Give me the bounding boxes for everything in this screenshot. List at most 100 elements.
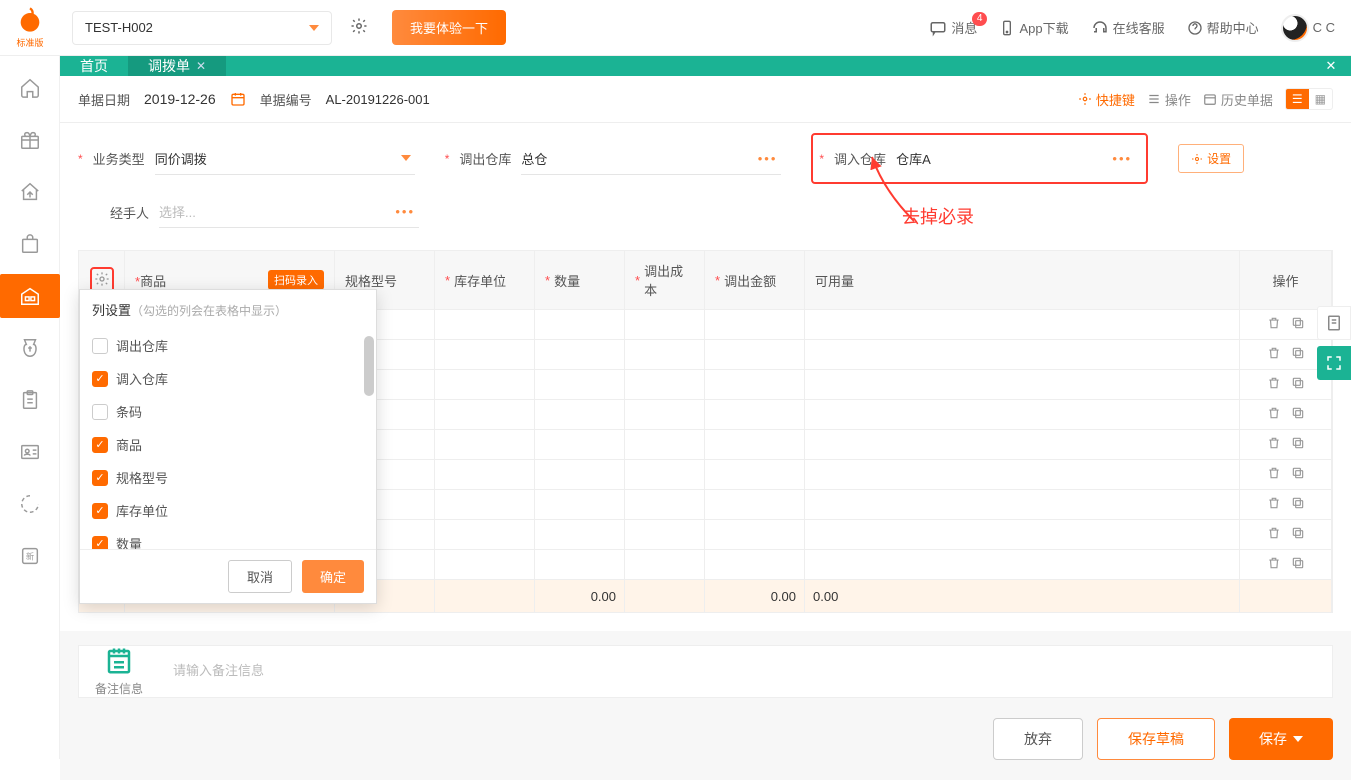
copy-icon[interactable] [1291,376,1305,393]
column-option[interactable]: 调出仓库 [92,329,364,362]
field-out-warehouse[interactable]: * 调出仓库 总仓••• [445,143,782,175]
id-icon [19,441,41,463]
tab-transfer-label: 调拨单 [148,56,190,76]
checkbox[interactable]: ✓ [92,536,108,550]
form-area: * 业务类型 同价调拨 * 调出仓库 总仓••• * 调入仓库 仓库A••• 设… [60,123,1351,250]
tab-transfer[interactable]: 调拨单 ✕ [128,56,226,76]
view-toggle[interactable]: ☰▦ [1285,88,1333,110]
column-option[interactable]: ✓规格型号 [92,461,364,494]
logo[interactable]: 标准版 [0,6,60,49]
cancel-button[interactable]: 取消 [228,560,292,593]
sidebar-warehouse[interactable] [0,274,60,318]
org-name: TEST-H002 [85,20,153,35]
column-option[interactable]: ✓库存单位 [92,494,364,527]
sidebar-in[interactable] [0,170,60,214]
column-option[interactable]: ✓调入仓库 [92,362,364,395]
view-grid-icon: ▦ [1309,89,1332,109]
checkbox[interactable]: ✓ [92,470,108,486]
delete-icon[interactable] [1267,316,1281,333]
biz-value: 同价调拨 [155,149,207,168]
required-mark: * [819,152,824,166]
copy-icon[interactable] [1291,556,1305,573]
save-draft-button[interactable]: 保存草稿 [1097,718,1215,760]
copy-icon[interactable] [1291,466,1305,483]
sidebar-list[interactable] [0,378,60,422]
confirm-button[interactable]: 确定 [302,560,364,593]
copy-icon[interactable] [1291,316,1305,333]
field-in-warehouse[interactable]: * 调入仓库 仓库A••• [811,133,1148,184]
column-option[interactable]: ✓商品 [92,428,364,461]
org-select[interactable]: TEST-H002 [72,11,332,45]
money-icon [19,337,41,359]
shortcut-button[interactable]: 快捷键 [1078,90,1135,109]
checkbox[interactable]: ✓ [92,437,108,453]
delete-icon[interactable] [1267,526,1281,543]
field-biz-type[interactable]: * 业务类型 同价调拨 [78,143,415,175]
calendar-icon[interactable] [230,91,246,107]
remark-area: 备注信息 请输入备注信息 [78,645,1333,698]
note-icon [1325,314,1343,332]
gear-icon[interactable] [350,17,368,38]
help-label: 帮助中心 [1207,18,1259,37]
gear-icon [1078,92,1092,106]
checkbox[interactable] [92,338,108,354]
warehouse-icon [19,285,41,307]
field-handler[interactable]: 经手人 选择...••• [110,196,419,228]
download-button[interactable]: App下载 [999,18,1068,37]
copy-icon[interactable] [1291,406,1305,423]
column-option[interactable]: ✓数量 [92,527,364,549]
history-button[interactable]: 历史单据 [1203,90,1273,109]
checkbox[interactable]: ✓ [92,371,108,387]
tabs: 首页 调拨单 ✕ ✕ [60,56,1351,76]
user-menu[interactable]: C C [1281,14,1335,42]
expand-icon [1325,354,1343,372]
delete-icon[interactable] [1267,466,1281,483]
copy-icon[interactable] [1291,496,1305,513]
phone-icon [999,20,1015,36]
column-option[interactable]: 条码 [92,395,364,428]
delete-icon[interactable] [1267,376,1281,393]
delete-icon[interactable] [1267,496,1281,513]
checkbox[interactable]: ✓ [92,503,108,519]
chevron-down-icon [401,155,411,161]
message-button[interactable]: 消息 4 [929,18,977,37]
sidebar-loading[interactable] [0,482,60,526]
download-label: App下载 [1019,18,1068,37]
online-service-button[interactable]: 在线客服 [1091,18,1165,37]
date-label: 单据日期 [78,90,130,109]
scan-button[interactable]: 扫码录入 [268,270,324,290]
checkbox[interactable] [92,404,108,420]
remark-label: 备注信息 [95,680,143,697]
sidebar-money[interactable] [0,326,60,370]
out-label: 调出仓库 [459,149,511,168]
sidebar-home[interactable] [0,66,60,110]
tabs-close-button[interactable]: ✕ [1311,56,1351,76]
try-button[interactable]: 我要体验一下 [392,10,506,45]
abandon-button[interactable]: 放弃 [993,718,1083,760]
sidebar-new[interactable]: 新 [0,534,60,578]
sidebar-gift[interactable] [0,118,60,162]
settings-button[interactable]: 设置 [1178,144,1244,173]
float-note-button[interactable] [1317,306,1351,340]
delete-icon[interactable] [1267,406,1281,423]
copy-icon[interactable] [1291,436,1305,453]
copy-icon[interactable] [1291,346,1305,363]
handler-label: 经手人 [110,203,149,222]
remark-input[interactable]: 请输入备注信息 [159,646,1332,697]
save-button[interactable]: 保存 [1229,718,1333,760]
sidebar-user[interactable] [0,430,60,474]
delete-icon[interactable] [1267,556,1281,573]
tab-home[interactable]: 首页 [60,56,128,76]
float-expand-button[interactable] [1317,346,1351,380]
close-icon[interactable]: ✕ [196,59,206,73]
ops-button[interactable]: 操作 [1147,90,1191,109]
sidebar-bag[interactable] [0,222,60,266]
copy-icon[interactable] [1291,526,1305,543]
help-button[interactable]: 帮助中心 [1187,18,1259,37]
delete-icon[interactable] [1267,436,1281,453]
delete-icon[interactable] [1267,346,1281,363]
date-value[interactable]: 2019-12-26 [144,91,216,107]
calendar-icon [1203,92,1217,106]
scrollbar[interactable] [364,336,374,396]
popover-title: 列设置（勾选的列会在表格中显示） [80,290,376,329]
